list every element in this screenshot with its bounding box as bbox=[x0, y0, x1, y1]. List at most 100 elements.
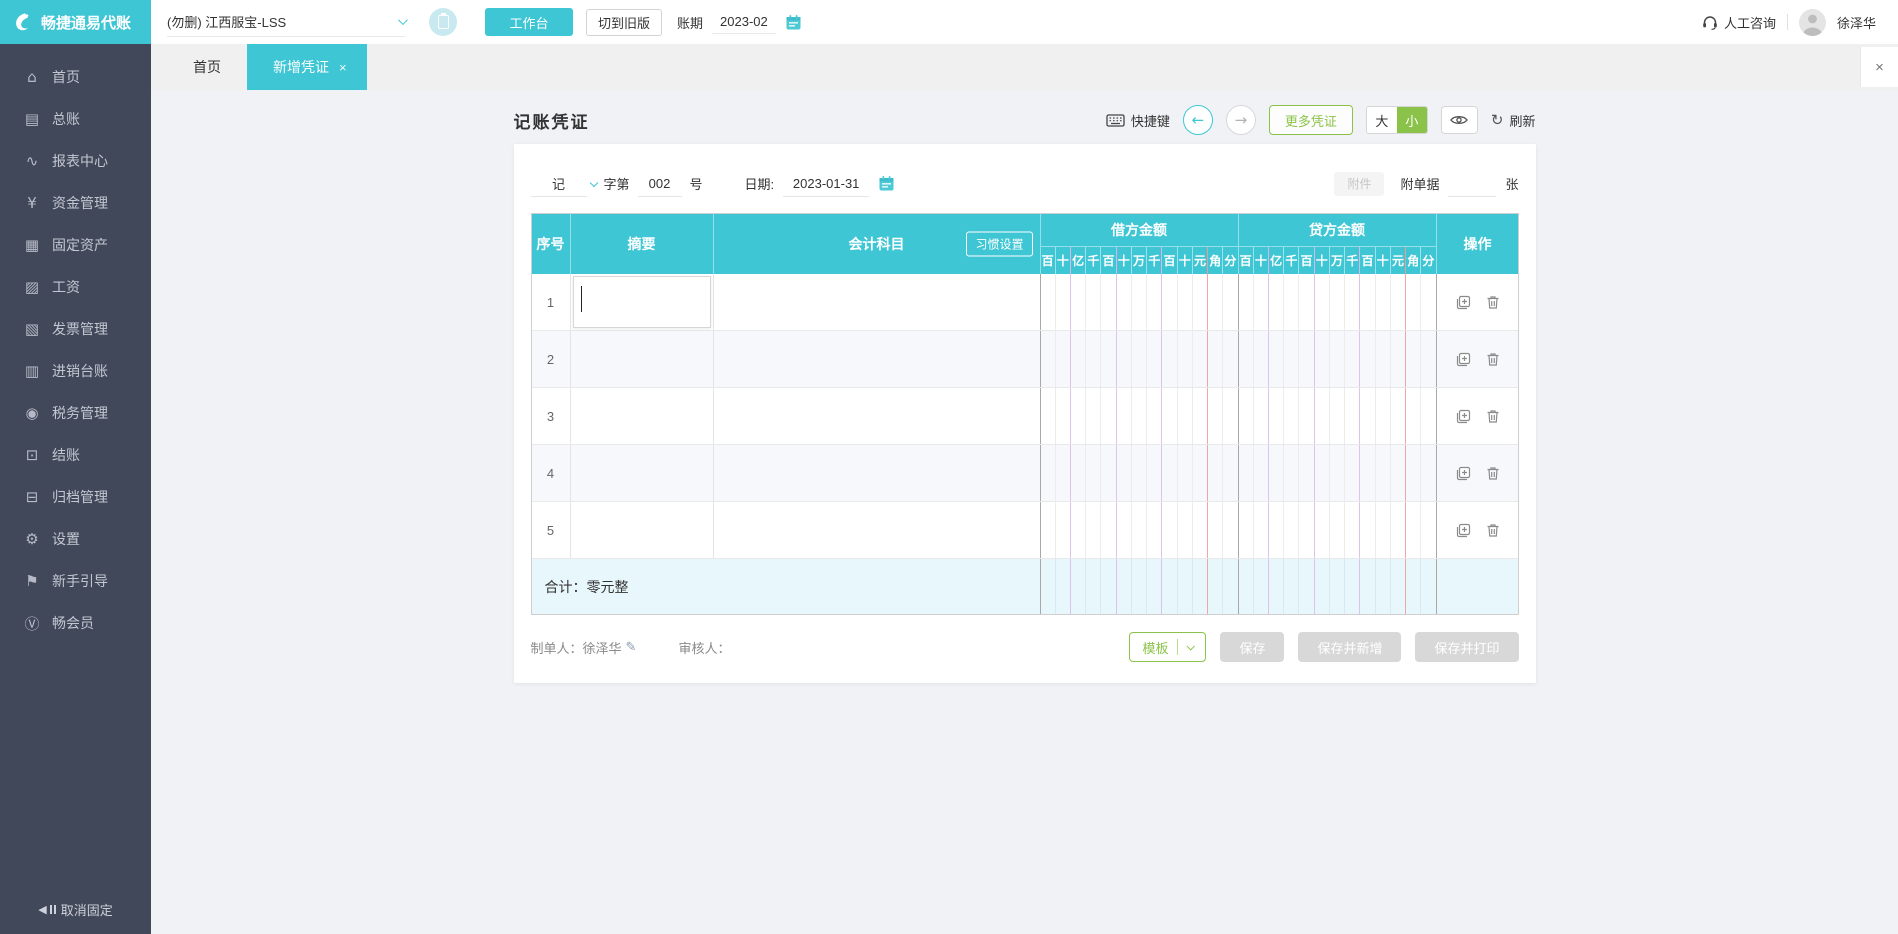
insert-row-icon[interactable] bbox=[1456, 295, 1471, 310]
debit-amount-cell[interactable] bbox=[1041, 502, 1239, 558]
tabbar: 首页 新增凭证 × × bbox=[151, 44, 1898, 90]
workbench-button[interactable]: 工作台 bbox=[485, 8, 573, 36]
delete-row-icon[interactable] bbox=[1486, 352, 1500, 367]
live-support-link[interactable]: 人工咨询 bbox=[1702, 13, 1776, 32]
sidebar-item-fixed-assets[interactable]: ▦ 固定资产 bbox=[0, 224, 151, 266]
credit-amount-cell[interactable] bbox=[1239, 388, 1437, 444]
sidebar-item-payroll[interactable]: ▨ 工资 bbox=[0, 266, 151, 308]
sidebar-item-chang-member[interactable]: Ⓥ 畅会员 bbox=[0, 602, 151, 644]
insert-row-icon[interactable] bbox=[1456, 409, 1471, 424]
visibility-button[interactable] bbox=[1440, 106, 1478, 134]
summary-cell[interactable] bbox=[571, 502, 714, 558]
summary-cell[interactable] bbox=[571, 388, 714, 444]
more-vouchers-button[interactable]: 更多凭证 bbox=[1268, 105, 1353, 135]
clipboard-circle-button[interactable] bbox=[429, 8, 457, 36]
refresh-button[interactable]: ↻ 刷新 bbox=[1491, 111, 1536, 130]
credit-amount-cell[interactable] bbox=[1239, 331, 1437, 387]
sidebar-item-general-ledger[interactable]: ▤ 总账 bbox=[0, 98, 151, 140]
delete-row-icon[interactable] bbox=[1486, 295, 1500, 310]
close-panel-button[interactable]: × bbox=[1860, 47, 1898, 87]
sidebar-item-settings[interactable]: ⚙ 设置 bbox=[0, 518, 151, 560]
digit-col-label: 千 bbox=[1284, 247, 1300, 274]
sidebar-item-invoice-management[interactable]: ▧ 发票管理 bbox=[0, 308, 151, 350]
account-cell[interactable] bbox=[714, 388, 1041, 444]
digit-cell bbox=[1254, 502, 1269, 558]
account-cell[interactable] bbox=[714, 274, 1041, 330]
sidebar-item-label: 固定资产 bbox=[52, 237, 108, 253]
debit-amount-cell[interactable] bbox=[1041, 331, 1239, 387]
delete-row-icon[interactable] bbox=[1486, 466, 1500, 481]
voucher-word-field[interactable]: 记 bbox=[530, 171, 587, 197]
digit-cell bbox=[1360, 445, 1376, 501]
habit-settings-button[interactable]: 习惯设置 bbox=[966, 231, 1033, 257]
digit-cell bbox=[1284, 559, 1300, 614]
sidebar-item-report-center[interactable]: ∿ 报表中心 bbox=[0, 140, 151, 182]
insert-row-icon[interactable] bbox=[1456, 352, 1471, 367]
sidebar-item-home[interactable]: ⌂ 首页 bbox=[0, 56, 151, 98]
sidebar-item-purchase-sales-ledger[interactable]: ▥ 进销台账 bbox=[0, 350, 151, 392]
debit-amount-cell[interactable] bbox=[1041, 388, 1239, 444]
credit-amount-cell[interactable] bbox=[1239, 445, 1437, 501]
sidebar-item-closing[interactable]: ⊡ 结账 bbox=[0, 434, 151, 476]
closing-icon: ⊡ bbox=[25, 446, 39, 464]
digit-cell bbox=[1239, 445, 1254, 501]
save-button[interactable]: 保存 bbox=[1220, 632, 1285, 662]
attach-count-field[interactable] bbox=[1448, 171, 1497, 197]
digit-cell bbox=[1223, 502, 1237, 558]
insert-row-icon[interactable] bbox=[1456, 523, 1471, 538]
sidebar-item-beginner-guide[interactable]: ⚑ 新手引导 bbox=[0, 560, 151, 602]
digit-cell bbox=[1330, 331, 1346, 387]
sidebar-item-tax-management[interactable]: ◉ 税务管理 bbox=[0, 392, 151, 434]
attachment-button[interactable]: 附件 bbox=[1334, 171, 1385, 196]
size-small-option[interactable]: 小 bbox=[1396, 107, 1427, 133]
digit-cell bbox=[1330, 274, 1346, 330]
calendar-icon[interactable] bbox=[785, 14, 802, 31]
voucher-number-field[interactable]: 002 bbox=[637, 171, 682, 197]
sidebar-item-label: 新手引导 bbox=[52, 573, 108, 589]
digit-cell bbox=[1101, 388, 1117, 444]
brand-swan-icon bbox=[16, 13, 29, 31]
switch-old-version-button[interactable]: 切到旧版 bbox=[586, 8, 663, 36]
digit-cell bbox=[1101, 445, 1117, 501]
avatar[interactable] bbox=[1798, 8, 1826, 36]
delete-row-icon[interactable] bbox=[1486, 523, 1500, 538]
digit-cell bbox=[1360, 331, 1376, 387]
voucher-date-field[interactable]: 2023-01-31 bbox=[783, 171, 870, 197]
save-and-add-button[interactable]: 保存并新增 bbox=[1298, 632, 1402, 662]
close-tab-icon[interactable]: × bbox=[339, 60, 347, 75]
calendar-icon[interactable] bbox=[878, 175, 895, 192]
shortcut-keys-button[interactable]: 快捷键 bbox=[1106, 111, 1170, 130]
sidebar-item-archive-management[interactable]: ⊟ 归档管理 bbox=[0, 476, 151, 518]
debit-amount-cell[interactable] bbox=[1041, 445, 1239, 501]
period-value[interactable]: 2023-02 bbox=[712, 10, 776, 34]
next-voucher-button[interactable]: → bbox=[1225, 105, 1256, 135]
account-cell[interactable] bbox=[714, 445, 1041, 501]
digit-cell bbox=[1421, 502, 1435, 558]
sidebar-item-funds-management[interactable]: ¥ 资金管理 bbox=[0, 182, 151, 224]
tab-home[interactable]: 首页 bbox=[167, 44, 247, 90]
account-set-selector[interactable]: (勿删) 江西服宝-LSS bbox=[167, 7, 408, 37]
payroll-icon: ▨ bbox=[24, 278, 40, 296]
template-button[interactable]: 模板 bbox=[1129, 632, 1207, 662]
delete-row-icon[interactable] bbox=[1486, 409, 1500, 424]
tab-new-voucher[interactable]: 新增凭证 × bbox=[247, 44, 367, 90]
save-and-print-button[interactable]: 保存并打印 bbox=[1415, 632, 1519, 662]
account-cell[interactable] bbox=[714, 502, 1041, 558]
summary-cell[interactable] bbox=[571, 445, 714, 501]
edit-pencil-icon[interactable]: ✎ bbox=[626, 640, 637, 655]
summary-cell[interactable] bbox=[571, 274, 714, 330]
insert-row-icon[interactable] bbox=[1456, 466, 1471, 481]
table-header-row: 序号 摘要 会计科目 习惯设置 借方金额 百十亿千百十万千百十元角分 贷方金额 … bbox=[531, 214, 1518, 274]
unpin-sidebar-button[interactable]: ◀ 取消固定 bbox=[0, 892, 151, 926]
summary-input[interactable] bbox=[572, 276, 711, 328]
voucher-toolbar: 快捷键 ← → 更多凭证 大 小 ↻ 刷新 bbox=[1106, 105, 1536, 135]
credit-amount-cell[interactable] bbox=[1239, 274, 1437, 330]
credit-amount-cell[interactable] bbox=[1239, 502, 1437, 558]
account-cell[interactable] bbox=[714, 331, 1041, 387]
previous-voucher-button[interactable]: ← bbox=[1182, 105, 1213, 135]
clipboard-icon bbox=[437, 13, 449, 29]
size-large-option[interactable]: 大 bbox=[1366, 107, 1397, 133]
digit-cell bbox=[1376, 388, 1391, 444]
summary-cell[interactable] bbox=[571, 331, 714, 387]
debit-amount-cell[interactable] bbox=[1041, 274, 1239, 330]
